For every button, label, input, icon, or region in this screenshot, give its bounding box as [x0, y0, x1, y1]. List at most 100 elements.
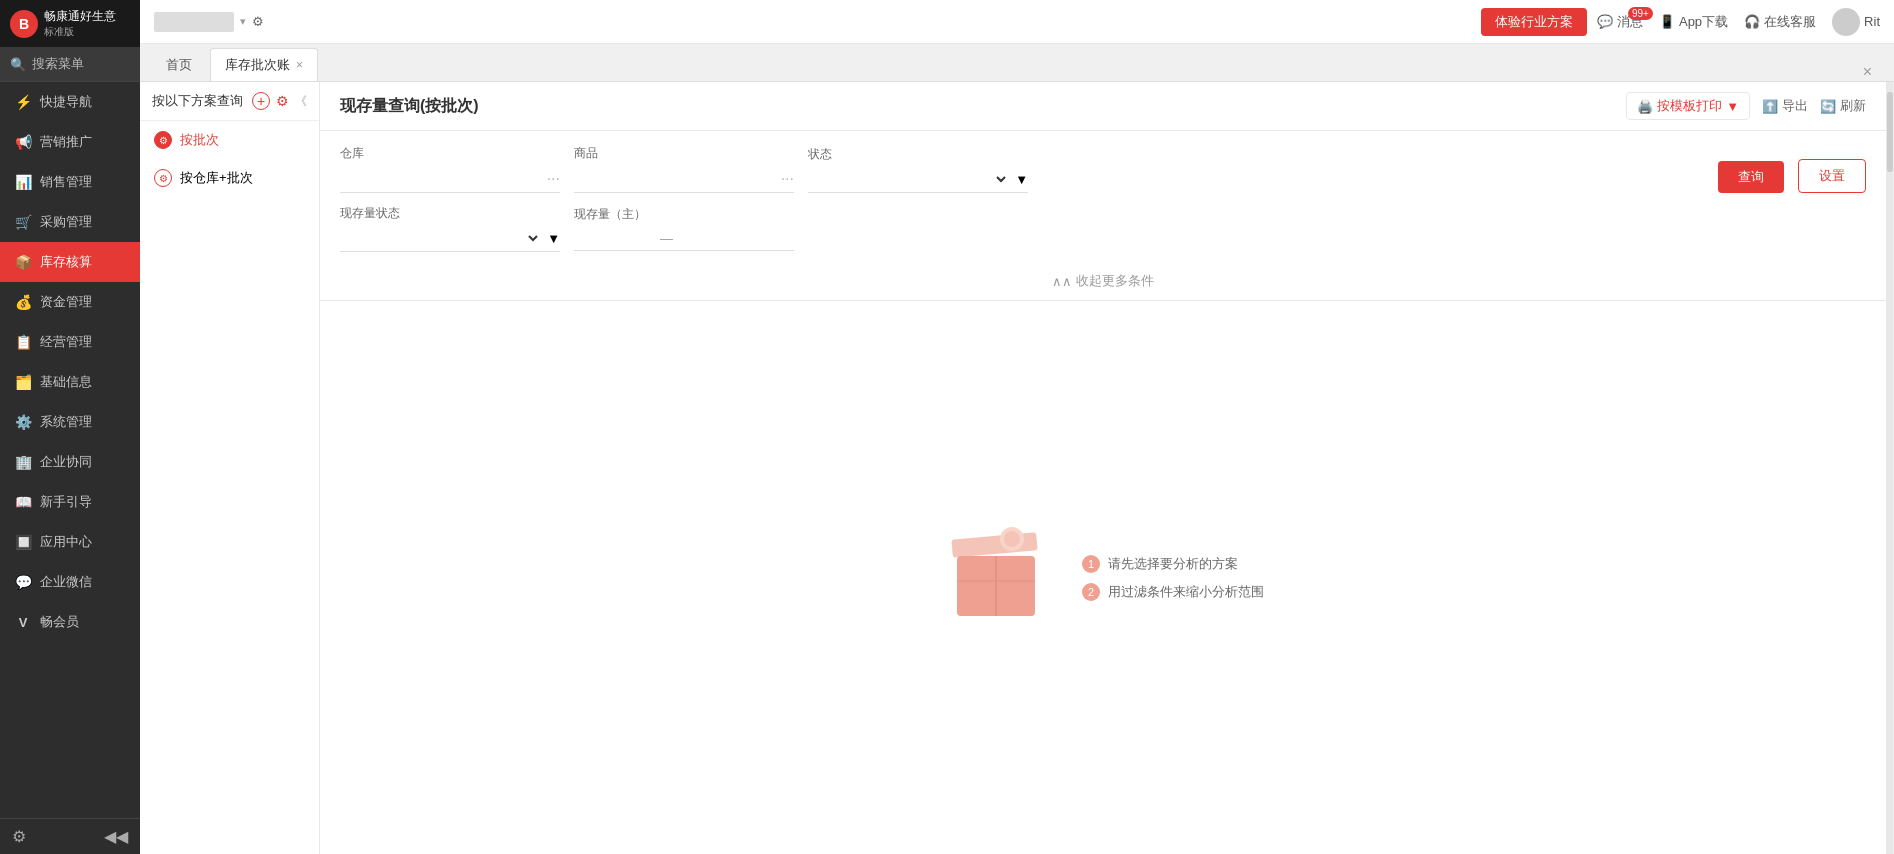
right-content: 现存量查询(按批次) 🖨️ 按模板打印 ▼ ⬆️ 导出 🔄 刷新 — [320, 82, 1886, 854]
filter-settings-button[interactable]: 设置 — [1798, 159, 1866, 193]
collapse-more-icon: ∧∧ — [1052, 274, 1072, 289]
inventory-qty-min-input[interactable] — [574, 231, 654, 246]
message-icon: 💬 — [1597, 14, 1613, 29]
sidebar-item-appstore[interactable]: 🔲 应用中心 — [0, 522, 140, 562]
export-button[interactable]: ⬆️ 导出 — [1762, 97, 1808, 115]
print-button[interactable]: 🖨️ 按模板打印 ▼ — [1626, 92, 1750, 120]
tip-text-1: 请先选择要分析的方案 — [1108, 555, 1238, 573]
member-icon: V — [14, 613, 32, 631]
sidebar-search-label: 搜索菜单 — [32, 55, 84, 73]
sidebar-item-label: 应用中心 — [40, 533, 92, 551]
tab-close-icon[interactable]: × — [296, 59, 303, 71]
sidebar-item-label: 销售管理 — [40, 173, 92, 191]
query-button[interactable]: 查询 — [1718, 161, 1784, 193]
sidebar-item-sales[interactable]: 📊 销售管理 — [0, 162, 140, 202]
scrollbar-thumb[interactable] — [1887, 92, 1893, 172]
scrollbar-track — [1887, 82, 1893, 854]
filter-row-1: 仓库 ··· 商品 ··· — [340, 145, 1866, 193]
inventory-qty-max-input[interactable] — [679, 231, 759, 246]
sidebar-item-business[interactable]: 📋 经营管理 — [0, 322, 140, 362]
plan-item-by-warehouse-batch[interactable]: ⚙ 按仓库+批次 — [140, 159, 319, 197]
sidebar: B 畅康通好生意 标准版 🔍 搜索菜单 ⚡ 快捷导航 📢 营销推广 📊 销售管理… — [0, 0, 140, 854]
service-icon: 🎧 — [1744, 14, 1760, 29]
add-plan-button[interactable]: + — [252, 92, 270, 110]
empty-tip-2: 2 用过滤条件来缩小分析范围 — [1082, 583, 1264, 601]
app-logo: B — [10, 10, 38, 38]
left-panel: 按以下方案查询 + ⚙ 《 ⚙ 按批次 ⚙ 按仓库+批次 — [140, 82, 320, 854]
sidebar-item-guide[interactable]: 📖 新手引导 — [0, 482, 140, 522]
sidebar-search[interactable]: 🔍 搜索菜单 — [0, 47, 140, 82]
sidebar-item-quick-nav[interactable]: ⚡ 快捷导航 — [0, 82, 140, 122]
refresh-icon: 🔄 — [1820, 99, 1836, 114]
sidebar-item-system[interactable]: ⚙️ 系统管理 — [0, 402, 140, 442]
settings-icon[interactable]: ⚙ — [12, 827, 26, 846]
collapse-panel-icon[interactable]: 《 — [295, 93, 307, 110]
sidebar-item-marketing[interactable]: 📢 营销推广 — [0, 122, 140, 162]
online-service-label: 在线客服 — [1764, 13, 1816, 31]
sidebar-item-finance[interactable]: 💰 资金管理 — [0, 282, 140, 322]
sidebar-item-basic[interactable]: 🗂️ 基础信息 — [0, 362, 140, 402]
quick-nav-icon: ⚡ — [14, 93, 32, 111]
sidebar-item-label: 采购管理 — [40, 213, 92, 231]
product-dots-icon[interactable]: ··· — [781, 170, 794, 188]
tab-inventory-batch[interactable]: 库存批次账 × — [210, 48, 318, 81]
right-scrollbar[interactable] — [1886, 82, 1894, 854]
collapse-more-button[interactable]: ∧∧ 收起更多条件 — [340, 264, 1866, 300]
filter-area: 仓库 ··· 商品 ··· — [320, 131, 1886, 301]
sidebar-item-label: 资金管理 — [40, 293, 92, 311]
filter-group-product: 商品 ··· — [574, 145, 794, 193]
user-profile-button[interactable]: Rit — [1832, 8, 1880, 36]
left-panel-title: 按以下方案查询 — [152, 92, 243, 110]
inventory-status-arrow-icon: ▼ — [547, 231, 560, 246]
messages-button[interactable]: 💬 消息 99+ — [1597, 13, 1643, 31]
refresh-button[interactable]: 🔄 刷新 — [1820, 97, 1866, 115]
warehouse-dots-icon[interactable]: ··· — [547, 170, 560, 188]
purchase-icon: 🛒 — [14, 213, 32, 231]
app-download-button[interactable]: 📱 App下载 — [1659, 13, 1728, 31]
inventory-qty-label: 现存量（主） — [574, 206, 794, 223]
app-version: 标准版 — [44, 25, 116, 39]
sidebar-item-label: 企业协同 — [40, 453, 92, 471]
industry-solution-button[interactable]: 体验行业方案 — [1481, 8, 1587, 36]
left-panel-header-icons: + ⚙ 《 — [252, 92, 307, 110]
content-area: 按以下方案查询 + ⚙ 《 ⚙ 按批次 ⚙ 按仓库+批次 现存量查询(按批次) — [140, 82, 1894, 854]
tab-home-label: 首页 — [166, 56, 192, 74]
breadcrumb-dropdown-icon[interactable]: ▾ — [240, 15, 246, 28]
sidebar-item-enterprise[interactable]: 🏢 企业协同 — [0, 442, 140, 482]
inventory-status-select[interactable] — [340, 230, 541, 247]
svg-point-5 — [1004, 531, 1020, 547]
tip-text-2: 用过滤条件来缩小分析范围 — [1108, 583, 1264, 601]
sidebar-item-label: 营销推广 — [40, 133, 92, 151]
enterprise-icon: 🏢 — [14, 453, 32, 471]
plan-dot-empty: ⚙ — [154, 169, 172, 187]
empty-box-illustration — [942, 521, 1052, 631]
status-arrow-icon: ▼ — [1015, 172, 1028, 187]
collapse-more-label: 收起更多条件 — [1076, 272, 1154, 290]
warehouse-input[interactable] — [340, 172, 541, 187]
left-panel-header: 按以下方案查询 + ⚙ 《 — [140, 82, 319, 121]
gear-settings-icon[interactable]: ⚙ — [252, 14, 264, 29]
tab-close-all-icon[interactable]: × — [1863, 63, 1872, 81]
sidebar-app-info: 畅康通好生意 标准版 — [44, 8, 116, 39]
filter-group-inventory-status: 现存量状态 ▼ — [340, 205, 560, 252]
sidebar-item-inventory[interactable]: 📦 库存核算 — [0, 242, 140, 282]
product-input-wrap: ··· — [574, 166, 794, 193]
svg-rect-0 — [951, 532, 1037, 557]
plan-item-by-batch[interactable]: ⚙ 按批次 — [140, 121, 319, 159]
user-avatar — [1832, 8, 1860, 36]
settings-plan-icon[interactable]: ⚙ — [276, 93, 289, 109]
filter-row-2: 现存量状态 ▼ 现存量（主） — — [340, 205, 1866, 252]
sidebar-item-member[interactable]: V 畅会员 — [0, 602, 140, 642]
plan-label-by-batch: 按批次 — [180, 131, 219, 149]
status-select[interactable] — [808, 171, 1009, 188]
inventory-icon: 📦 — [14, 253, 32, 271]
sidebar-item-wechat[interactable]: 💬 企业微信 — [0, 562, 140, 602]
collapse-sidebar-button[interactable]: ◀◀ — [104, 827, 128, 846]
user-name: Rit — [1864, 14, 1880, 29]
tab-home[interactable]: 首页 — [152, 49, 206, 81]
product-input[interactable] — [574, 172, 775, 187]
business-icon: 📋 — [14, 333, 32, 351]
warehouse-input-wrap: ··· — [340, 166, 560, 193]
online-service-button[interactable]: 🎧 在线客服 — [1744, 13, 1816, 31]
sidebar-item-purchase[interactable]: 🛒 采购管理 — [0, 202, 140, 242]
